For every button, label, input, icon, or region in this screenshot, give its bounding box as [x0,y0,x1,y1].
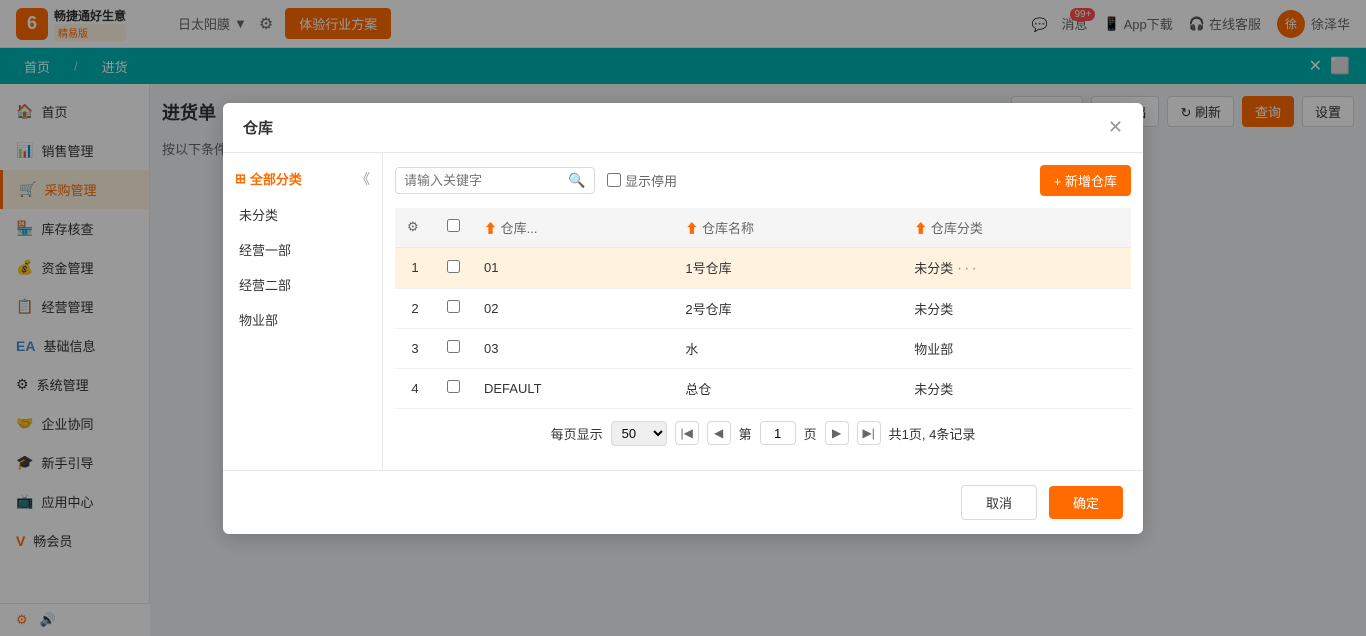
page-label: 第 [739,424,752,443]
row-name-3: 水 [673,328,902,368]
table-row[interactable]: 2 02 2号仓库 未分类 [395,288,1131,328]
row-num-2: 2 [395,288,435,328]
cat-collapse-icon[interactable]: 《 [356,169,370,189]
row-checkbox-4[interactable] [447,380,460,393]
page-number-input[interactable] [760,421,796,445]
cat-title: ⊞ 全部分类 [235,169,302,188]
row-check-2[interactable] [435,288,472,328]
cat-title-text: 全部分类 [250,169,302,188]
search-input[interactable] [404,173,564,188]
col-checkbox [435,208,472,248]
warehouse-modal: 仓库 ✕ ⊞ 全部分类 《 未分类 经营一部 经营二部 物业部 [223,103,1143,534]
row-check-4[interactable] [435,368,472,408]
modal-overlay: 仓库 ✕ ⊞ 全部分类 《 未分类 经营一部 经营二部 物业部 [0,0,1366,636]
modal-header: 仓库 ✕ [223,103,1143,153]
col-name: ⬆ 仓库名称 [673,208,902,248]
total-label: 共1页, 4条记录 [889,424,976,443]
row-checkbox-3[interactable] [447,340,460,353]
col-code: ⬆ 仓库... [472,208,673,248]
prev-page-btn[interactable]: ◀ [707,421,731,445]
modal-title: 仓库 [243,117,273,138]
cat-item-ops1[interactable]: 经营一部 [223,232,382,267]
row-num-3: 3 [395,328,435,368]
table-row[interactable]: 1 01 1号仓库 未分类 ··· [395,247,1131,288]
sort-icon: ⬆ [484,221,497,236]
search-wrap: 🔍 [395,167,595,194]
row-cat-1: 未分类 ··· [902,247,1131,288]
row-cat-2: 未分类 [902,288,1131,328]
warehouse-table: ⚙ ⬆ 仓库... ⬆ 仓库名称 ⬆ 仓库分类 1 01 1号仓库 [395,208,1131,409]
search-icon[interactable]: 🔍 [568,172,585,189]
row-num-1: 1 [395,247,435,288]
row-checkbox-1[interactable] [447,260,460,273]
grid-icon: ⊞ [235,171,246,187]
table-row[interactable]: 3 03 水 物业部 [395,328,1131,368]
col-category: ⬆ 仓库分类 [902,208,1131,248]
row-code-1: 01 [472,247,673,288]
row-name-2: 2号仓库 [673,288,902,328]
row-cat-4: 未分类 [902,368,1131,408]
confirm-btn[interactable]: 确定 [1049,486,1123,519]
next-page-btn[interactable]: ▶ [825,421,849,445]
cat-item-unclassified[interactable]: 未分类 [223,197,382,232]
row-check-1[interactable] [435,247,472,288]
row-name-4: 总仓 [673,368,902,408]
sort-icon3: ⬆ [914,221,927,236]
table-area: 🔍 显示停用 + 新增仓库 ⚙ ⬆ 仓库... [383,153,1143,470]
row-code-2: 02 [472,288,673,328]
sort-icon2: ⬆ [685,221,698,236]
show-disabled-checkbox[interactable] [607,173,621,187]
per-page-label: 每页显示 [551,424,603,443]
table-row[interactable]: 4 DEFAULT 总仓 未分类 [395,368,1131,408]
row-check-3[interactable] [435,328,472,368]
row-num-4: 4 [395,368,435,408]
show-disabled-label[interactable]: 显示停用 [607,171,677,190]
pagination: 每页显示 50 100 200 |◀ ◀ 第 页 ▶ ▶| 共1页, 4条记录 [395,409,1131,458]
cancel-btn[interactable]: 取消 [961,485,1037,520]
cat-item-property[interactable]: 物业部 [223,302,382,337]
row-dots-1[interactable]: ··· [957,260,979,277]
first-page-btn[interactable]: |◀ [675,421,699,445]
modal-footer: 取消 确定 [223,470,1143,534]
modal-close-btn[interactable]: ✕ [1108,117,1123,138]
row-code-3: 03 [472,328,673,368]
show-disabled-text: 显示停用 [625,171,677,190]
cat-item-ops2[interactable]: 经营二部 [223,267,382,302]
row-code-4: DEFAULT [472,368,673,408]
modal-body: ⊞ 全部分类 《 未分类 经营一部 经营二部 物业部 🔍 [223,153,1143,470]
last-page-btn[interactable]: ▶| [857,421,881,445]
add-warehouse-btn[interactable]: + 新增仓库 [1040,165,1131,196]
per-page-select[interactable]: 50 100 200 [611,421,667,446]
row-checkbox-2[interactable] [447,300,460,313]
page-unit: 页 [804,424,817,443]
select-all-checkbox[interactable] [447,219,460,232]
category-sidebar: ⊞ 全部分类 《 未分类 经营一部 经营二部 物业部 [223,153,383,470]
table-header-row: ⚙ ⬆ 仓库... ⬆ 仓库名称 ⬆ 仓库分类 [395,208,1131,248]
row-name-1: 1号仓库 [673,247,902,288]
col-settings: ⚙ [395,208,435,248]
table-toolbar: 🔍 显示停用 + 新增仓库 [395,165,1131,196]
row-cat-3: 物业部 [902,328,1131,368]
cat-header[interactable]: ⊞ 全部分类 《 [223,161,382,197]
